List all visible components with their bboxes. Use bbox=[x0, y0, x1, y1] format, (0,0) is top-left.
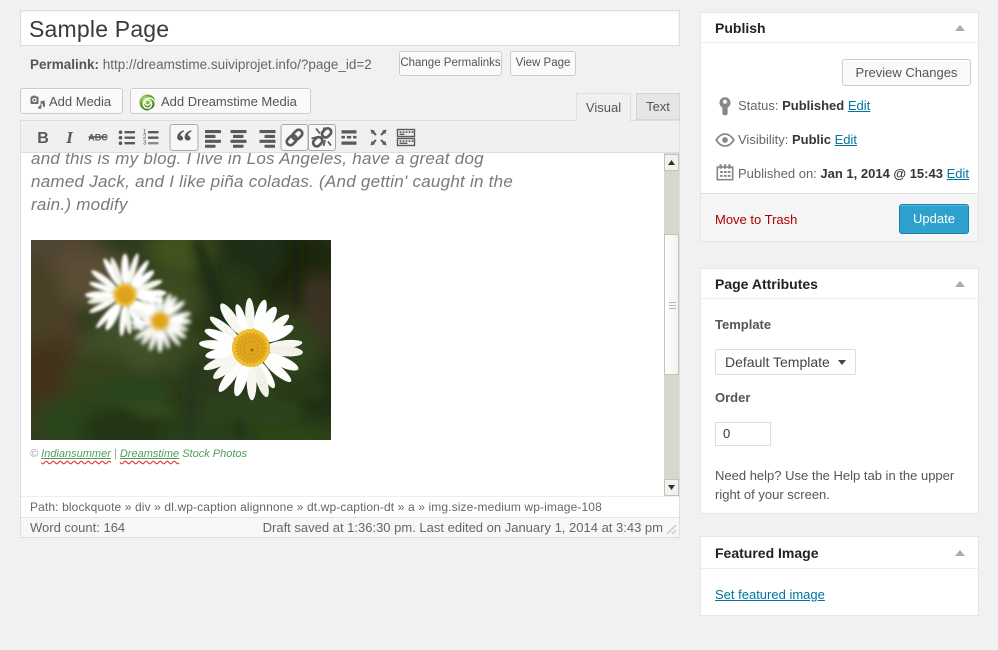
svg-text:B: B bbox=[37, 130, 49, 147]
svg-text:3: 3 bbox=[143, 140, 147, 147]
svg-text:I: I bbox=[65, 128, 74, 147]
svg-text:“: “ bbox=[176, 124, 193, 153]
